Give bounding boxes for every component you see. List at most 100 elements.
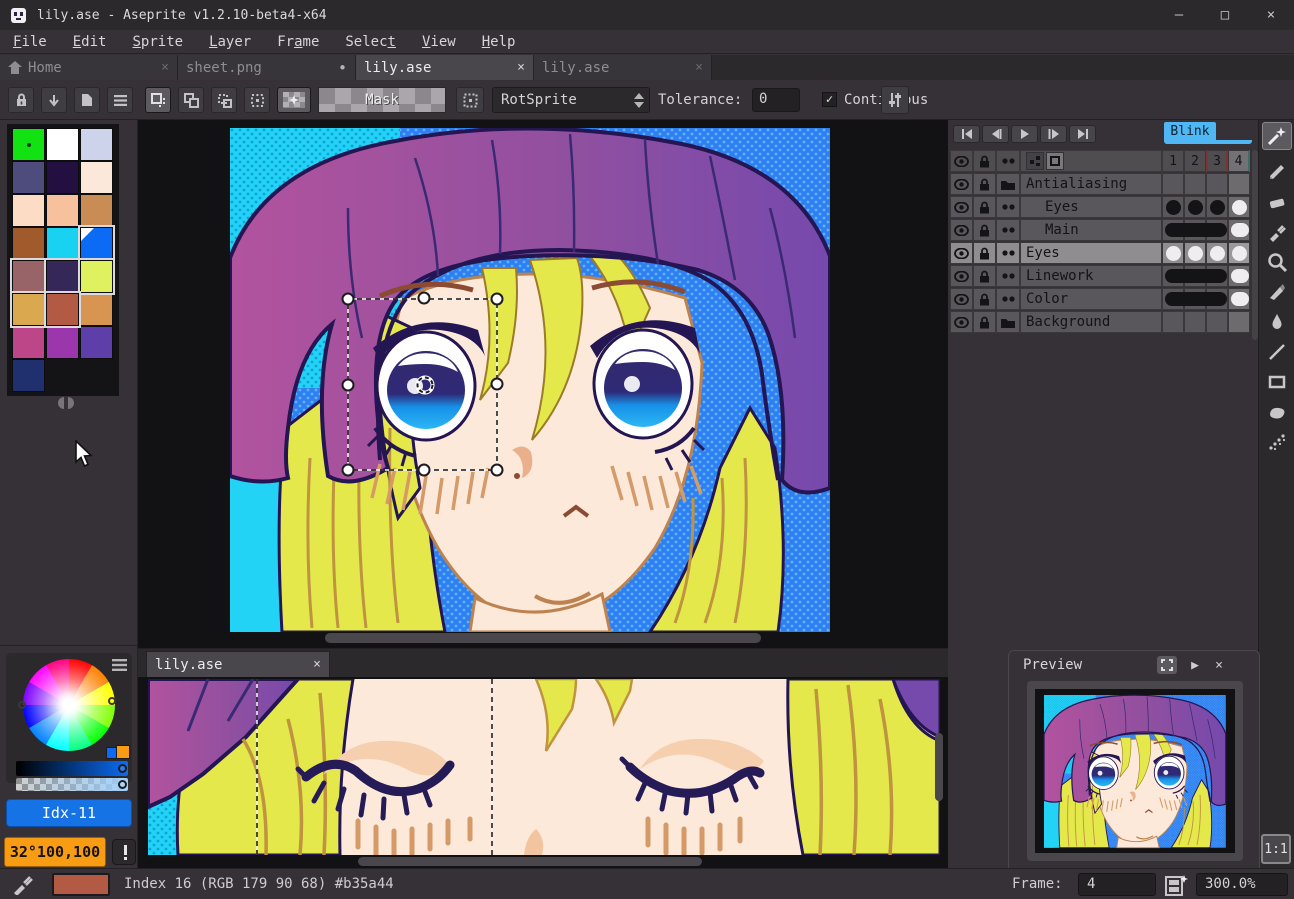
selection-replace-button[interactable] [145, 87, 171, 113]
zoom-input[interactable]: 300.0% [1196, 873, 1288, 896]
main-canvas-editor[interactable] [138, 120, 948, 648]
cel[interactable] [1162, 196, 1184, 218]
tool-options-button[interactable] [881, 86, 909, 114]
menu-select[interactable]: Select [332, 34, 409, 50]
palette-resize-gripper-icon[interactable] [56, 396, 76, 410]
palette-swatch-5[interactable] [80, 161, 113, 194]
menu-edit[interactable]: Edit [60, 34, 120, 50]
tab-close-icon[interactable]: × [161, 60, 169, 75]
layer-name[interactable]: Color [1020, 288, 1162, 310]
value-slider-handle[interactable] [118, 764, 127, 773]
menu-file[interactable]: File [0, 34, 60, 50]
layer-row-eyes-top[interactable]: Eyes [950, 196, 1258, 219]
continuous-toggle[interactable] [996, 242, 1020, 264]
preview-center-button[interactable] [1157, 656, 1177, 674]
tab-close-icon[interactable]: × [517, 60, 525, 75]
alpha-slider-handle[interactable] [118, 780, 127, 789]
lock-toggle[interactable] [973, 242, 996, 264]
secondary-horizontal-scrollbar[interactable] [358, 857, 702, 866]
palette-swatch-16[interactable] [44, 291, 81, 328]
selection-add-button[interactable] [178, 87, 204, 113]
continuous-toggle[interactable] [996, 219, 1020, 241]
close-button[interactable]: × [1248, 0, 1294, 30]
palette-swatch-11-foreground[interactable] [78, 225, 115, 262]
editor-horizontal-scrollbar[interactable] [325, 633, 761, 643]
cel[interactable] [1206, 196, 1228, 218]
layer-row-background[interactable]: Background [950, 311, 1258, 334]
prev-frame-button[interactable] [982, 125, 1009, 143]
cel[interactable] [1162, 242, 1184, 264]
tool-magic-wand[interactable] [1262, 122, 1292, 150]
color-wheel[interactable] [23, 659, 115, 751]
tab-home[interactable]: Home × [0, 55, 178, 80]
tool-pencil[interactable] [1262, 158, 1292, 186]
cel[interactable] [1231, 292, 1249, 306]
preview-close-button[interactable]: × [1209, 656, 1229, 674]
new-frame-icon[interactable] [1164, 873, 1190, 897]
cel[interactable] [1231, 269, 1249, 283]
visibility-toggle[interactable] [950, 265, 973, 287]
animation-tag[interactable]: Blink [1164, 122, 1216, 140]
palette-swatch-15[interactable] [10, 291, 47, 328]
menu-layer[interactable]: Layer [196, 34, 264, 50]
lock-toggle[interactable] [973, 265, 996, 287]
lock-toggle[interactable] [973, 173, 996, 195]
palette-swatch-3[interactable] [12, 161, 45, 194]
first-frame-button[interactable] [953, 125, 980, 143]
palette-swatch-13[interactable] [44, 258, 81, 295]
tool-jumble[interactable] [1262, 428, 1292, 456]
palette-options-button[interactable] [107, 87, 133, 113]
frame-1-header[interactable]: 1 [1162, 150, 1184, 172]
palette-lock-button[interactable] [8, 87, 34, 113]
transparent-color-button[interactable] [277, 87, 311, 113]
maximize-button[interactable]: □ [1202, 0, 1248, 30]
last-frame-button[interactable] [1069, 125, 1096, 143]
preview-play-button[interactable]: ▶ [1185, 656, 1205, 674]
layer-name[interactable]: Eyes [1020, 242, 1162, 264]
palette-swatch-2[interactable] [80, 128, 113, 161]
palette-swatch-20[interactable] [80, 326, 113, 359]
tool-contour[interactable] [1262, 398, 1292, 426]
palette-swatch-1[interactable] [46, 128, 79, 161]
tool-zoom[interactable] [1262, 248, 1292, 276]
layer-row-eyes-selected[interactable]: Eyes [950, 242, 1258, 265]
linked-cels[interactable] [1165, 292, 1227, 306]
tool-line[interactable] [1262, 338, 1292, 366]
wheel-handle-left[interactable] [18, 701, 26, 709]
next-frame-button[interactable] [1040, 125, 1067, 143]
layer-row-linework[interactable]: Linework [950, 265, 1258, 288]
tolerance-input[interactable]: 0 [752, 88, 800, 112]
cel[interactable] [1184, 196, 1206, 218]
layer-name[interactable]: Antialiasing [1020, 173, 1162, 195]
visibility-toggle[interactable] [950, 288, 973, 310]
menu-frame[interactable]: Frame [264, 34, 332, 50]
cel[interactable] [1228, 242, 1250, 264]
palette-swatch-18[interactable] [12, 326, 45, 359]
minimize-button[interactable]: – [1156, 0, 1202, 30]
tool-rectangle[interactable] [1262, 368, 1292, 396]
add-to-palette-button[interactable] [112, 839, 136, 865]
frame-4-header[interactable]: 4 [1228, 150, 1250, 172]
palette-swatch-8[interactable] [80, 194, 113, 227]
zoom-1-1-button[interactable]: 1:1 [1261, 834, 1291, 864]
lock-toggle[interactable] [973, 219, 996, 241]
palette-sort-button[interactable] [41, 87, 67, 113]
palette-swatch-6[interactable] [12, 194, 45, 227]
continuous-toggle[interactable] [996, 288, 1020, 310]
linked-cels[interactable] [1165, 223, 1227, 237]
foreground-color-button[interactable]: Idx-11 [6, 799, 132, 827]
tab-lily-ase-secondary[interactable]: lily.ase × [146, 651, 330, 677]
mask-color-field[interactable]: Mask [318, 87, 446, 113]
continuous-toggle[interactable] [996, 265, 1020, 287]
visibility-toggle[interactable] [950, 242, 973, 264]
tool-paint-bucket[interactable] [1262, 308, 1292, 336]
wheel-options-icon[interactable] [112, 659, 127, 671]
wheel-handle-right[interactable] [108, 697, 116, 705]
selection-subtract-button[interactable] [211, 87, 237, 113]
layer-name[interactable]: Linework [1020, 265, 1162, 287]
tab-close-icon[interactable]: × [313, 657, 321, 672]
frame-2-header[interactable]: 2 [1184, 150, 1206, 172]
lock-toggle[interactable] [973, 196, 996, 218]
continuous-toggle[interactable] [996, 196, 1020, 218]
palette-swatch-4[interactable] [46, 161, 79, 194]
